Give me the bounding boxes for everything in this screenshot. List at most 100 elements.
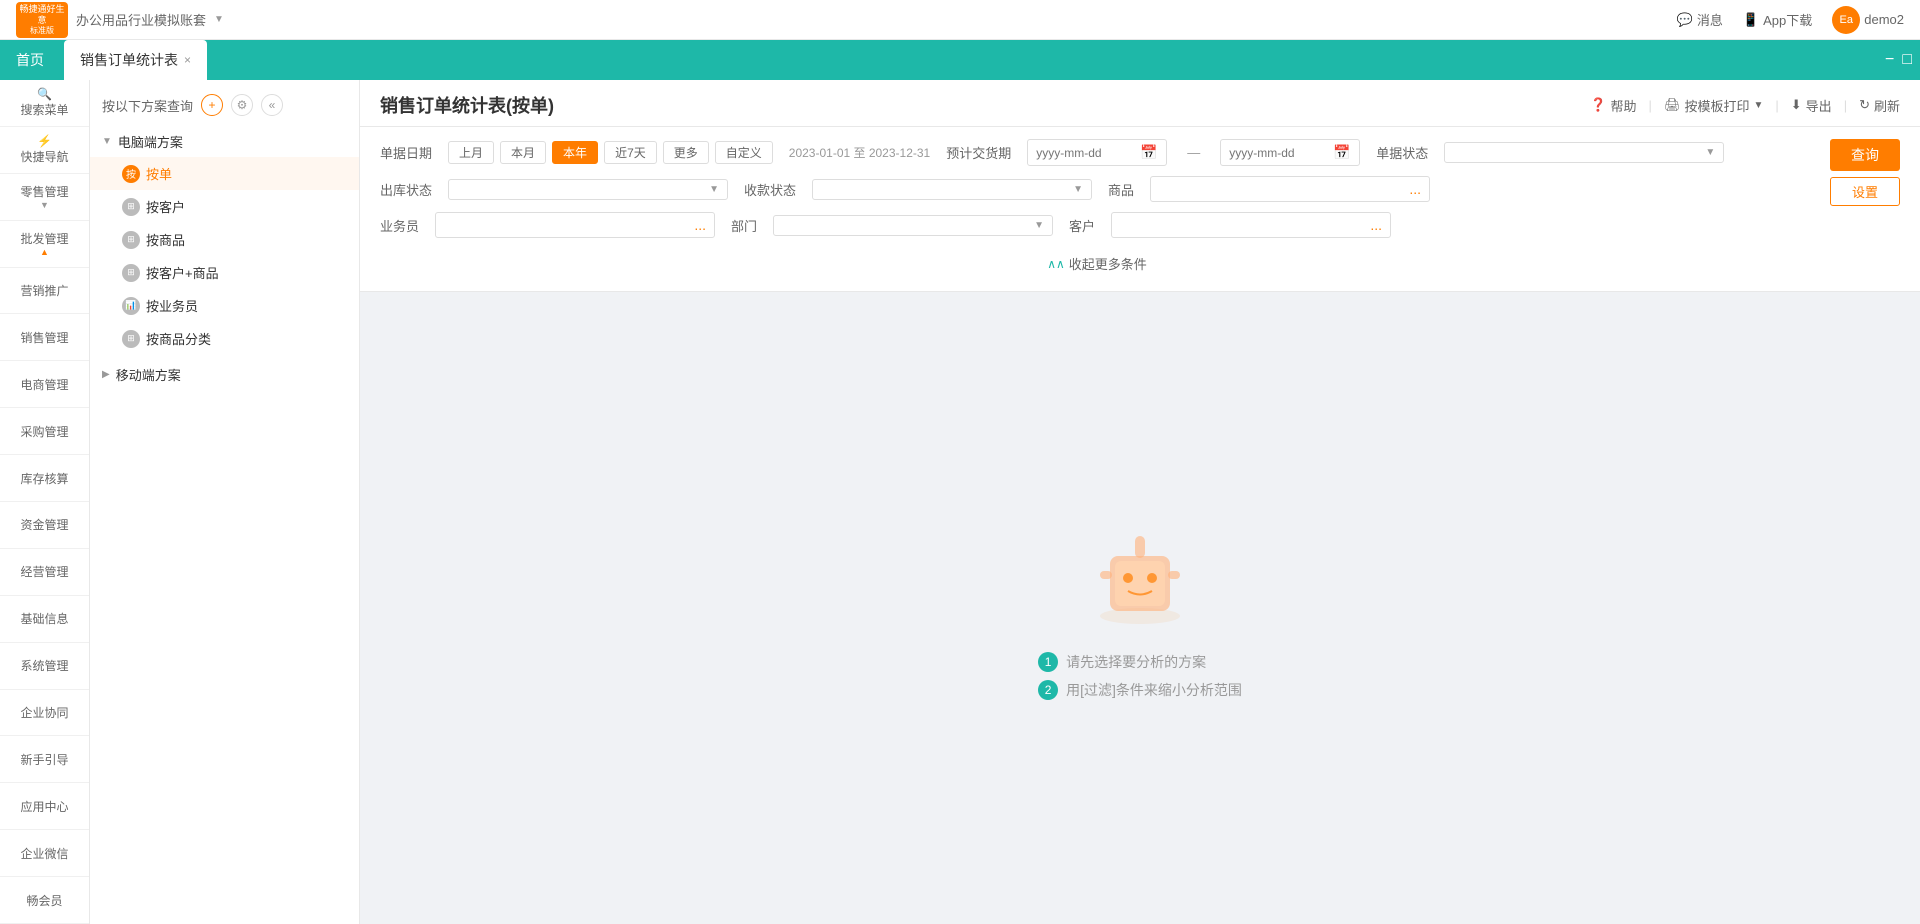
tree-child-by-customer[interactable]: ⊞ 按客户 — [90, 190, 359, 223]
expected-delivery-end-input[interactable] — [1229, 146, 1329, 160]
sidebar-item-inventory[interactable]: 库存核算 — [0, 455, 89, 502]
message-label: 消息 — [1697, 10, 1723, 29]
sidebar-item-quick-nav[interactable]: ⚡ 快捷导航 — [0, 127, 89, 174]
refresh-btn[interactable]: ↻ 刷新 — [1859, 96, 1900, 115]
collapse-more-btn[interactable]: ∧∧ 收起更多条件 — [380, 248, 1814, 279]
sidebar-item-basic-info[interactable]: 基础信息 — [0, 596, 89, 643]
search-icon: 🔍 — [37, 87, 52, 101]
calendar-start-icon[interactable]: 📅 — [1140, 144, 1157, 161]
tab-active[interactable]: 销售订单统计表 × — [64, 40, 207, 80]
tree-parent-desktop[interactable]: ▼ 电脑端方案 — [90, 126, 359, 157]
topbar-dropdown-icon[interactable]: ▼ — [214, 14, 224, 25]
date-btn-more[interactable]: 更多 — [663, 141, 709, 164]
sidebar-item-ecommerce[interactable]: 电商管理 — [0, 361, 89, 408]
app-icon: 📱 — [1743, 12, 1759, 28]
date-btn-this-month[interactable]: 本月 — [500, 141, 546, 164]
filter-row-3: 业务员 ... 部门 ▼ 客户 — [380, 212, 1814, 238]
sidebar-item-guide[interactable]: 新手引导 — [0, 736, 89, 783]
print-icon: 🖨 — [1664, 97, 1681, 113]
date-btn-this-year[interactable]: 本年 — [552, 141, 598, 164]
tab-minimize-btn[interactable]: − — [1885, 51, 1894, 69]
sidebar-item-wholesale[interactable]: 批发管理 ▲ — [0, 221, 89, 268]
tree-child-by-order[interactable]: 按 按单 — [90, 157, 359, 190]
setting-scheme-btn[interactable]: ⚙ — [231, 94, 253, 116]
help-btn[interactable]: ❓ 帮助 — [1590, 96, 1636, 115]
page-title: 销售订单统计表(按单) — [380, 92, 554, 118]
collapse-panel-btn[interactable]: « — [261, 94, 283, 116]
salesperson-more-icon[interactable]: ... — [694, 217, 706, 233]
customer-more-icon[interactable]: ... — [1370, 217, 1382, 233]
sidebar-item-purchase[interactable]: 采购管理 — [0, 408, 89, 455]
sidebar-item-member[interactable]: 畅会员 — [0, 877, 89, 924]
sidebar-item-finance[interactable]: 资金管理 — [0, 502, 89, 549]
tab-home[interactable]: 首页 — [0, 40, 60, 80]
add-scheme-btn[interactable]: + — [201, 94, 223, 116]
customer-label: 客户 — [1069, 216, 1095, 235]
message-btn[interactable]: 💬 消息 — [1677, 10, 1723, 29]
order-status-label: 单据状态 — [1376, 143, 1428, 162]
topbar: 畅捷通好生意 标准版 办公用品行业模拟账套 ▼ 💬 消息 📱 App下载 Ea … — [0, 0, 1920, 40]
topbar-left: 畅捷通好生意 标准版 办公用品行业模拟账套 ▼ — [16, 2, 224, 38]
receipt-status-select[interactable]: ▼ — [812, 179, 1092, 200]
logo-subtext: 标准版 — [30, 26, 54, 36]
template-print-btn[interactable]: 🖨 按模板打印 ▼ — [1664, 96, 1763, 115]
topbar-company[interactable]: 办公用品行业模拟账套 — [76, 10, 206, 29]
product-more-icon[interactable]: ... — [1409, 181, 1421, 197]
sidebar-item-wechat-label: 企业微信 — [20, 845, 68, 862]
filter-area: 单据日期 上月 本月 本年 近7天 更多 自定义 2023-01-01 至 20… — [360, 127, 1920, 292]
department-select[interactable]: ▼ — [773, 215, 1053, 236]
expected-delivery-start-input[interactable] — [1036, 146, 1136, 160]
sidebar-item-system[interactable]: 系统管理 — [0, 643, 89, 690]
tree-child-by-salesperson[interactable]: 📊 按业务员 — [90, 289, 359, 322]
empty-state: 1 请先选择要分析的方案 2 用[过滤]条件来缩小分析范围 — [360, 292, 1920, 924]
product-input[interactable]: ... — [1150, 176, 1430, 202]
sidebar-item-retail[interactable]: 零售管理 ▼ — [0, 174, 89, 221]
customer-input[interactable]: ... — [1111, 212, 1391, 238]
sidebar-item-marketing[interactable]: 营销推广 — [0, 268, 89, 315]
set-btn[interactable]: 设置 — [1830, 177, 1900, 206]
tabbar: 首页 销售订单统计表 × − □ — [0, 40, 1920, 80]
salesperson-label: 业务员 — [380, 216, 419, 235]
sidebar-item-collab[interactable]: 企业协同 — [0, 690, 89, 737]
by-customer-product-icon: ⊞ — [122, 264, 140, 282]
delivery-status-select[interactable]: ▼ — [448, 179, 728, 200]
calendar-end-icon[interactable]: 📅 — [1333, 144, 1350, 161]
tab-home-label: 首页 — [16, 50, 44, 70]
sidebar-item-sales-label: 销售管理 — [20, 329, 68, 346]
tree-child-by-product[interactable]: ⊞ 按商品 — [90, 223, 359, 256]
sidebar-item-wechat[interactable]: 企业微信 — [0, 830, 89, 877]
sidebar-item-guide-label: 新手引导 — [20, 751, 68, 768]
main-layout: 🔍 搜索菜单 ⚡ 快捷导航 零售管理 ▼ 批发管理 ▲ 营销推广 销售管理 电商… — [0, 80, 1920, 924]
filter-row-1: 单据日期 上月 本月 本年 近7天 更多 自定义 2023-01-01 至 20… — [380, 139, 1814, 166]
tree-child-by-category[interactable]: ⊞ 按商品分类 — [90, 322, 359, 355]
sidebar-item-wholesale-label: 批发管理 — [20, 230, 68, 247]
by-customer-icon: ⊞ — [122, 198, 140, 216]
action-divider-2: | — [1775, 98, 1778, 113]
expected-delivery-end[interactable]: 📅 — [1220, 139, 1360, 166]
tab-maximize-btn[interactable]: □ — [1902, 51, 1912, 69]
hint-num-1: 1 — [1038, 652, 1058, 672]
tree-parent-mobile[interactable]: ▶ 移动端方案 — [90, 359, 359, 390]
tree-child-by-customer-product[interactable]: ⊞ 按客户+商品 — [90, 256, 359, 289]
template-print-label: 按模板打印 — [1684, 96, 1749, 115]
query-btn[interactable]: 查询 — [1830, 139, 1900, 171]
date-btn-7days[interactable]: 近7天 — [604, 141, 657, 164]
sidebar-item-search[interactable]: 🔍 搜索菜单 — [0, 80, 89, 127]
user-name: demo2 — [1864, 12, 1904, 27]
user-menu[interactable]: Ea demo2 — [1832, 6, 1904, 34]
expected-delivery-start[interactable]: 📅 — [1027, 139, 1167, 166]
date-btn-last-month[interactable]: 上月 — [448, 141, 494, 164]
date-range-display: 2023-01-01 至 2023-12-31 — [789, 144, 930, 161]
salesperson-input[interactable]: ... — [435, 212, 715, 238]
date-btn-custom[interactable]: 自定义 — [715, 141, 773, 164]
sidebar-item-operation[interactable]: 经营管理 — [0, 549, 89, 596]
order-status-select[interactable]: ▼ — [1444, 142, 1724, 163]
content-area: 按以下方案查询 + ⚙ « ▼ 电脑端方案 按 按单 ⊞ 按客户 — [90, 80, 1920, 924]
tab-close-icon[interactable]: × — [184, 53, 191, 67]
app-download-btn[interactable]: 📱 App下载 — [1743, 10, 1812, 29]
by-salesperson-icon: 📊 — [122, 297, 140, 315]
wholesale-arrow-icon: ▲ — [40, 247, 49, 257]
sidebar-item-sales[interactable]: 销售管理 — [0, 314, 89, 361]
sidebar-item-app-center[interactable]: 应用中心 — [0, 783, 89, 830]
export-btn[interactable]: ⬇ 导出 — [1791, 96, 1832, 115]
